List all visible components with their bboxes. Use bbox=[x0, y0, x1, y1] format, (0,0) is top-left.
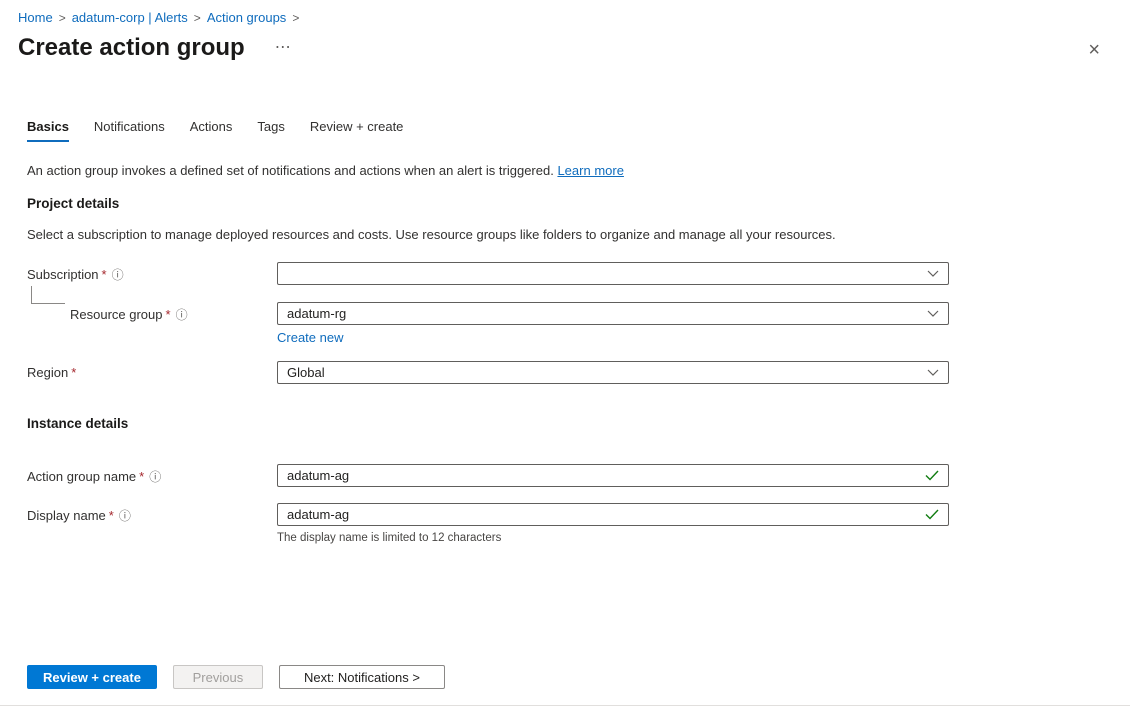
action-group-name-input[interactable] bbox=[287, 465, 925, 486]
resource-group-row: Resource group * ⓘ adatum-rg Create new bbox=[27, 286, 1103, 347]
section-heading-project-details: Project details bbox=[27, 196, 120, 211]
breadcrumb-separator-icon: > bbox=[193, 11, 201, 25]
display-name-helper-text: The display name is limited to 12 charac… bbox=[277, 532, 502, 544]
info-icon[interactable]: ⓘ bbox=[112, 268, 124, 282]
display-name-input-wrapper bbox=[277, 503, 949, 526]
resource-group-dropdown[interactable]: adatum-rg bbox=[277, 302, 949, 325]
display-name-label-group: Display name * ⓘ bbox=[27, 503, 277, 544]
display-name-input[interactable] bbox=[287, 504, 925, 525]
action-group-name-label: Action group name bbox=[27, 469, 137, 484]
tab-bar: Basics Notifications Actions Tags Review… bbox=[27, 119, 1103, 142]
breadcrumb-separator-icon: > bbox=[58, 11, 66, 25]
info-icon[interactable]: ⓘ bbox=[149, 470, 161, 484]
bottom-divider bbox=[0, 705, 1130, 706]
valid-checkmark-icon bbox=[925, 509, 939, 520]
more-options-icon[interactable]: ⋯ bbox=[275, 40, 291, 56]
resource-group-value: adatum-rg bbox=[287, 306, 347, 321]
project-details-form: Subscription * ⓘ Resource group * ⓘ adatum-r… bbox=[27, 262, 1103, 384]
page-title: Create action group bbox=[18, 34, 245, 61]
required-marker: * bbox=[108, 508, 114, 523]
breadcrumb-link-action-groups[interactable]: Action groups bbox=[207, 10, 287, 25]
page-header: Create action group ⋯ × bbox=[0, 25, 1130, 62]
breadcrumb-separator-icon: > bbox=[292, 11, 300, 25]
display-name-label: Display name bbox=[27, 508, 106, 523]
create-new-link[interactable]: Create new bbox=[277, 330, 343, 345]
region-label: Region bbox=[27, 365, 69, 380]
chevron-down-icon bbox=[927, 310, 939, 317]
region-value: Global bbox=[287, 365, 325, 380]
info-icon[interactable]: ⓘ bbox=[119, 509, 131, 523]
display-name-row: Display name* ⓘ The display name is limit… bbox=[27, 503, 1103, 544]
project-details-description: Select a subscription to manage deployed… bbox=[27, 227, 836, 242]
learn-more-link[interactable]: Learn more bbox=[557, 163, 623, 178]
action-group-name-row: Action group name * ⓘ bbox=[27, 464, 1103, 487]
indent-connector-line bbox=[31, 286, 65, 304]
required-marker: * bbox=[71, 365, 77, 380]
intro-text: An action group invokes a defined set of… bbox=[27, 163, 554, 178]
subscription-row: Subscription * ⓘ bbox=[27, 262, 1103, 285]
required-marker: * bbox=[101, 267, 107, 282]
instance-details-form: Action group name*ⓘ Display name*ⓘ The d… bbox=[27, 464, 1103, 544]
subscription-label: Subscription bbox=[27, 267, 99, 282]
section-heading-instance-details: Instance details bbox=[27, 416, 129, 431]
action-group-name-input-wrapper bbox=[277, 464, 949, 487]
required-marker: * bbox=[139, 469, 145, 484]
tab-actions[interactable]: Actions bbox=[190, 119, 233, 142]
subscription-label-group: Subscription * ⓘ bbox=[27, 262, 277, 285]
next-notifications-button[interactable]: Next: Notifications > bbox=[278, 665, 445, 689]
review-create-button[interactable]: Review + create bbox=[27, 665, 157, 689]
breadcrumb-link-home[interactable]: Home bbox=[18, 10, 53, 25]
region-dropdown[interactable]: Global bbox=[277, 361, 949, 384]
subscription-dropdown[interactable] bbox=[277, 262, 949, 285]
close-icon[interactable]: × bbox=[1088, 40, 1100, 60]
info-icon[interactable]: ⓘ bbox=[176, 308, 188, 322]
tab-tags[interactable]: Tags bbox=[257, 119, 284, 142]
resource-group-label: Resource group bbox=[70, 307, 163, 322]
chevron-down-icon bbox=[927, 369, 939, 376]
required-marker: * bbox=[165, 307, 171, 322]
footer-actions: Review + create Previous Next: Notificat… bbox=[27, 665, 445, 689]
tab-review-create[interactable]: Review + create bbox=[310, 119, 404, 142]
valid-checkmark-icon bbox=[925, 470, 939, 481]
tab-notifications[interactable]: Notifications bbox=[94, 119, 165, 142]
previous-button[interactable]: Previous bbox=[172, 665, 263, 689]
chevron-down-icon bbox=[927, 270, 939, 277]
breadcrumb-link-alerts[interactable]: adatum-corp | Alerts bbox=[72, 10, 188, 25]
region-label-group: Region * bbox=[27, 361, 277, 384]
action-group-name-label-group: Action group name * ⓘ bbox=[27, 464, 277, 487]
breadcrumb: Home > adatum-corp | Alerts > Action groups > bbox=[0, 0, 1130, 25]
tab-basics[interactable]: Basics bbox=[27, 119, 69, 142]
region-row: Region * Global bbox=[27, 361, 1103, 384]
resource-group-label-group: Resource group * ⓘ bbox=[27, 302, 277, 347]
